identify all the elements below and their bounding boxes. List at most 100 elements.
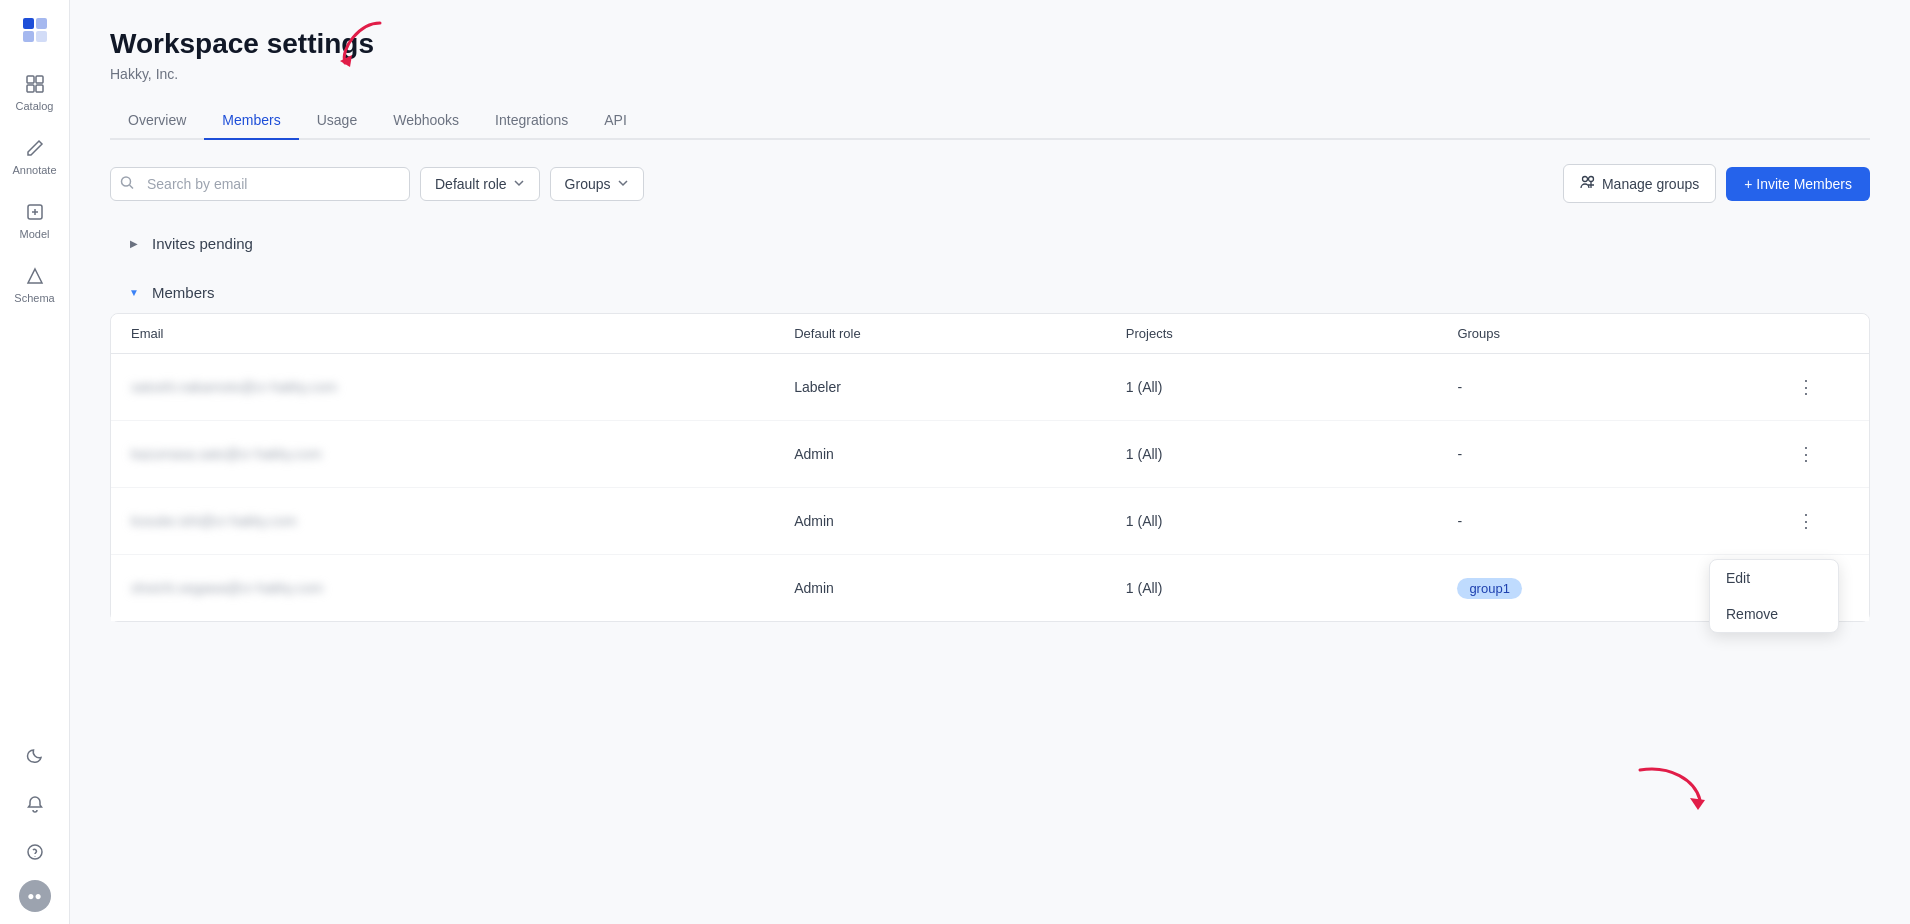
table-row: shoichi.segawa@cr-hakky.com Admin 1 (All…	[111, 555, 1869, 621]
row1-more-button[interactable]: ⋮	[1789, 372, 1823, 402]
row2-projects: 1 (All)	[1126, 446, 1458, 462]
moon-icon	[23, 744, 47, 768]
svg-point-10	[122, 177, 131, 186]
groups-dropdown[interactable]: Groups	[550, 167, 644, 201]
row2-email: kazumasa.sato@cr-hakky.com	[131, 446, 794, 462]
schema-icon	[23, 264, 47, 288]
header-role: Default role	[794, 326, 1126, 341]
context-menu-remove[interactable]: Remove	[1710, 596, 1838, 632]
table-header: Email Default role Projects Groups	[111, 314, 1869, 354]
invites-pending-header[interactable]: Invites pending	[110, 223, 1870, 264]
avatar[interactable]: ●●	[19, 880, 51, 912]
tab-overview[interactable]: Overview	[110, 102, 204, 140]
toolbar-right: Manage groups + Invite Members	[1563, 164, 1870, 203]
main-content: Workspace settings Hakky, Inc. Overview …	[70, 0, 1910, 924]
sidebar-item-catalog-label: Catalog	[16, 100, 54, 112]
svg-marker-14	[1690, 798, 1705, 810]
toolbar-left: Default role Groups	[110, 167, 644, 201]
svg-rect-0	[23, 18, 34, 29]
svg-rect-5	[36, 76, 43, 83]
sidebar-item-notifications[interactable]	[7, 784, 63, 824]
tab-webhooks[interactable]: Webhooks	[375, 102, 477, 140]
default-role-label: Default role	[435, 176, 507, 192]
chevron-down-icon	[513, 176, 525, 192]
chevron-down-members-icon	[126, 285, 142, 301]
header-email: Email	[131, 326, 794, 341]
sidebar-item-annotate-label: Annotate	[12, 164, 56, 176]
avatar-initials: ●●	[27, 889, 42, 903]
row1-projects: 1 (All)	[1126, 379, 1458, 395]
header-projects: Projects	[1126, 326, 1458, 341]
tab-integrations[interactable]: Integrations	[477, 102, 586, 140]
page-title: Workspace settings	[110, 28, 1870, 60]
tab-api[interactable]: API	[586, 102, 645, 140]
catalog-icon	[23, 72, 47, 96]
svg-rect-4	[27, 76, 34, 83]
row1-groups: -	[1457, 379, 1789, 395]
row2-more-button[interactable]: ⋮	[1789, 439, 1823, 469]
sidebar-item-catalog[interactable]: Catalog	[7, 64, 63, 120]
app-logo[interactable]	[17, 12, 53, 48]
sidebar-item-model-label: Model	[20, 228, 50, 240]
context-menu-edit[interactable]: Edit	[1710, 560, 1838, 596]
search-icon	[120, 175, 134, 192]
table-row: kazumasa.sato@cr-hakky.com Admin 1 (All)…	[111, 421, 1869, 488]
sidebar-item-model[interactable]: Model	[7, 192, 63, 248]
chevron-right-icon	[126, 236, 142, 252]
row4-role: Admin	[794, 580, 1126, 596]
sidebar-item-schema[interactable]: Schema	[7, 256, 63, 312]
row2-role: Admin	[794, 446, 1126, 462]
row2-actions: ⋮	[1789, 439, 1849, 469]
row3-groups: -	[1457, 513, 1789, 529]
svg-rect-2	[23, 31, 34, 42]
members-header[interactable]: Members	[110, 272, 1870, 313]
search-input[interactable]	[110, 167, 410, 201]
row3-more-button[interactable]: ⋮	[1789, 506, 1823, 536]
groups-label: Groups	[565, 176, 611, 192]
chevron-down-icon-groups	[617, 176, 629, 192]
row1-email: satoshi.nakamoto@cr-hakky.com	[131, 379, 794, 395]
tab-members[interactable]: Members	[204, 102, 298, 140]
question-icon	[23, 840, 47, 864]
header-actions	[1789, 326, 1849, 341]
invite-members-label: + Invite Members	[1744, 176, 1852, 192]
header-groups: Groups	[1457, 326, 1789, 341]
sidebar-item-annotate[interactable]: Annotate	[7, 128, 63, 184]
page-subtitle: Hakky, Inc.	[110, 66, 1870, 82]
sidebar-item-darkmode[interactable]	[7, 736, 63, 776]
row3-role: Admin	[794, 513, 1126, 529]
bell-icon	[23, 792, 47, 816]
row3-actions: ⋮	[1789, 506, 1849, 536]
model-icon	[23, 200, 47, 224]
svg-rect-6	[27, 85, 34, 92]
invites-pending-section: Invites pending	[110, 223, 1870, 264]
row4-email: shoichi.segawa@cr-hakky.com	[131, 580, 794, 596]
row3-email: kosuke.ishi@cr-hakky.com	[131, 513, 794, 529]
table-row: satoshi.nakamoto@cr-hakky.com Labeler 1 …	[111, 354, 1869, 421]
row1-actions: ⋮	[1789, 372, 1849, 402]
members-section: Members Email Default role Projects Grou…	[110, 272, 1870, 622]
group1-badge: group1	[1457, 578, 1521, 599]
row1-role: Labeler	[794, 379, 1126, 395]
sidebar-item-help[interactable]	[7, 832, 63, 872]
svg-rect-3	[36, 31, 47, 42]
sidebar-item-schema-label: Schema	[14, 292, 54, 304]
sidebar: Catalog Annotate Model Schema	[0, 0, 70, 924]
svg-point-11	[1582, 177, 1587, 182]
table-row: kosuke.ishi@cr-hakky.com Admin 1 (All) -…	[111, 488, 1869, 555]
context-menu: Edit Remove	[1709, 559, 1839, 633]
svg-rect-7	[36, 85, 43, 92]
members-table: Email Default role Projects Groups satos…	[110, 313, 1870, 622]
tab-usage[interactable]: Usage	[299, 102, 375, 140]
invite-members-button[interactable]: + Invite Members	[1726, 167, 1870, 201]
invites-pending-label: Invites pending	[152, 235, 253, 252]
svg-point-12	[1588, 177, 1593, 182]
row2-groups: -	[1457, 446, 1789, 462]
default-role-dropdown[interactable]: Default role	[420, 167, 540, 201]
manage-groups-button[interactable]: Manage groups	[1563, 164, 1716, 203]
manage-groups-icon	[1580, 174, 1596, 193]
row4-projects: 1 (All)	[1126, 580, 1458, 596]
row4-actions: ⋮ Edit Remove	[1789, 573, 1849, 603]
tabs: Overview Members Usage Webhooks Integrat…	[110, 102, 1870, 140]
members-label: Members	[152, 284, 215, 301]
